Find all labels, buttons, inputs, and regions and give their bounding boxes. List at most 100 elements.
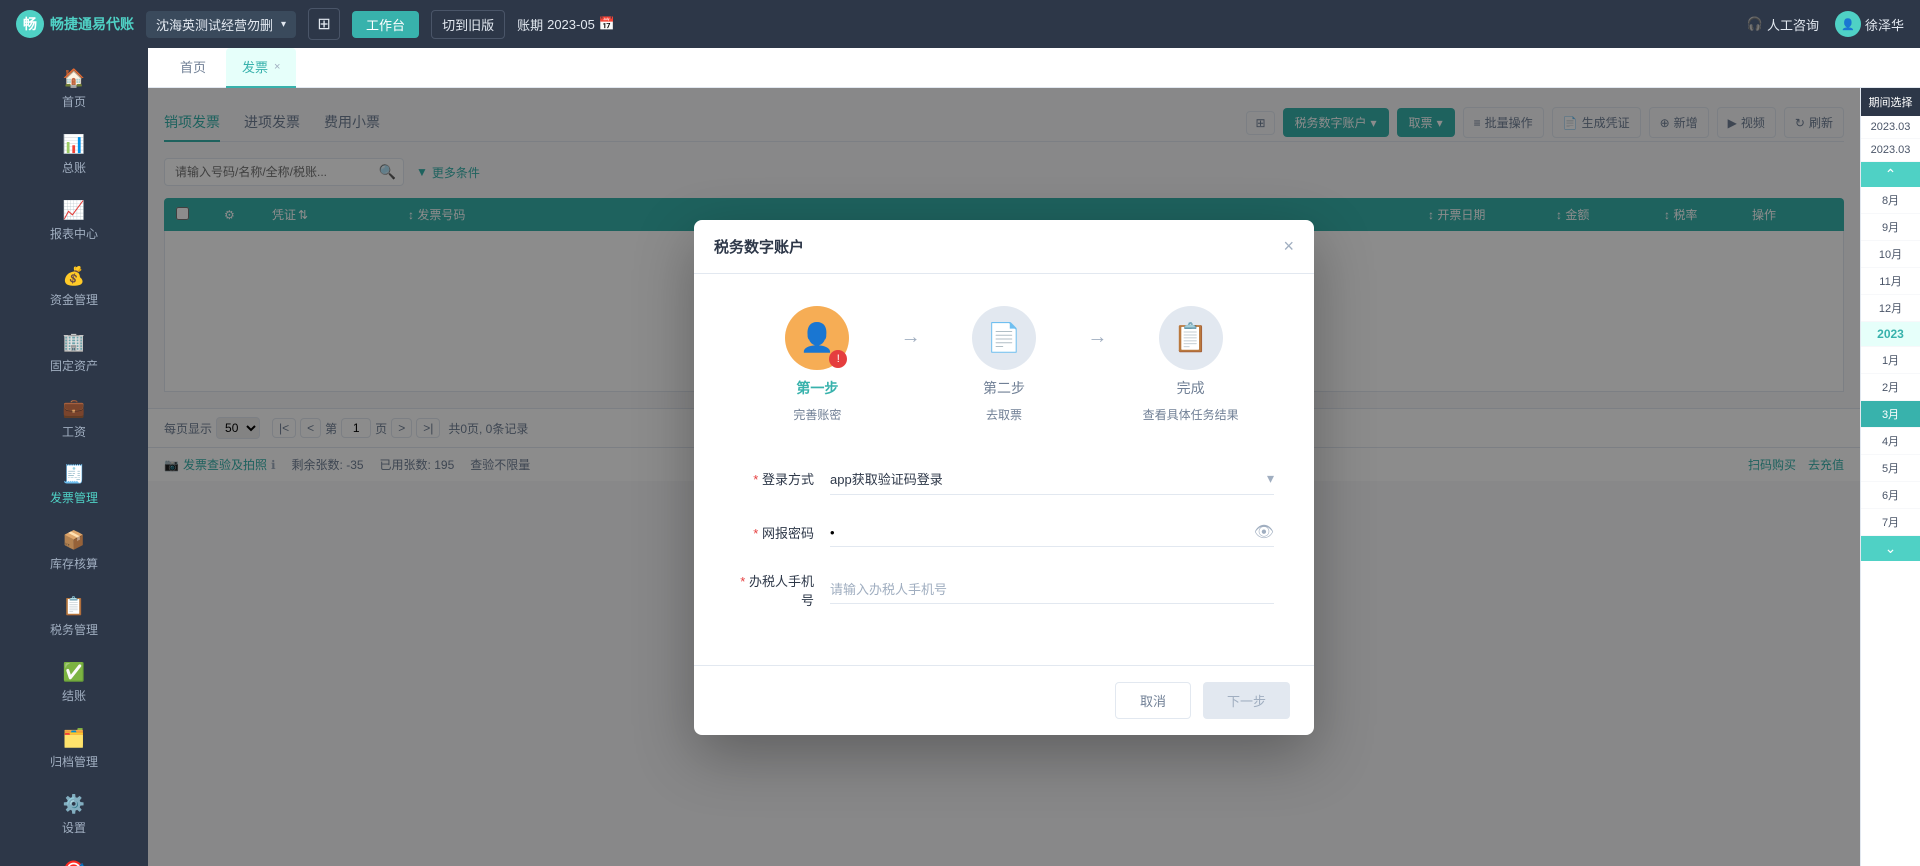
calendar-icon[interactable]: 📅 (599, 16, 615, 32)
period-8[interactable]: 8月 (1861, 187, 1920, 214)
step-1-label: 第一步 (796, 378, 838, 398)
step-2-icon: 📄 (972, 306, 1036, 370)
login-method-dropdown[interactable]: app获取验证码登录 ▾ (830, 463, 1274, 495)
period-12[interactable]: 12月 (1861, 295, 1920, 322)
period-7[interactable]: 7月 (1861, 509, 1920, 536)
phone-label: * 办税人手机号 (734, 571, 814, 609)
inventory-icon: 📦 (63, 530, 85, 551)
tab-bar: 首页 发票 × (148, 48, 1920, 88)
login-method-row: * 登录方式 app获取验证码登录 ▾ (734, 463, 1274, 495)
period-5[interactable]: 5月 (1861, 455, 1920, 482)
phone-input[interactable] (830, 576, 1274, 604)
company-selector[interactable]: 沈海英测试经营勿删 ▾ (146, 11, 296, 38)
step-3-label: 完成 (1177, 378, 1205, 398)
period-expand-down[interactable]: ⌄ (1861, 536, 1920, 561)
sidebar-label-inventory: 库存核算 (50, 555, 98, 572)
period-right-sidebar: 期间选择 2023.03 2023.03 ⌃ 8月 9月 10月 11月 12月… (1860, 88, 1920, 866)
sidebar-item-tax[interactable]: 📋 税务管理 (8, 586, 140, 648)
period-header[interactable]: 期间选择 (1861, 88, 1920, 116)
company-name: 沈海英测试经营勿删 (156, 15, 273, 34)
sidebar-item-fixed-assets[interactable]: 🏢 固定资产 (8, 322, 140, 384)
password-label: * 网报密码 (734, 523, 814, 542)
topbar: 畅 畅捷通易代账 沈海英测试经营勿删 ▾ ⊞ 工作台 切到旧版 账期 2023-… (0, 0, 1920, 48)
fixed-assets-icon: 🏢 (63, 332, 85, 353)
sidebar-item-inventory[interactable]: 📦 库存核算 (8, 520, 140, 582)
sidebar-item-ledger[interactable]: 📊 总账 (8, 124, 140, 186)
sidebar-item-payroll[interactable]: 💼 工资 (8, 388, 140, 450)
step-3-icon-char: 📋 (1173, 321, 1208, 354)
sidebar-label-ledger: 总账 (62, 159, 86, 176)
ledger-icon: 📊 (63, 134, 85, 155)
modal-header: 税务数字账户 × (694, 220, 1314, 274)
sidebar-label-payroll: 工资 (62, 423, 86, 440)
phone-row: * 办税人手机号 (734, 571, 1274, 609)
sidebar-item-funds[interactable]: 💰 资金管理 (8, 256, 140, 318)
period-4[interactable]: 4月 (1861, 428, 1920, 455)
period-1[interactable]: 1月 (1861, 347, 1920, 374)
chevron-down-icon: ▾ (281, 19, 286, 30)
required-star-2: * (753, 526, 758, 541)
topbar-right: 🎧 人工咨询 👤 徐泽华 (1747, 11, 1904, 37)
home-icon: 🏠 (63, 68, 85, 89)
username: 徐泽华 (1865, 15, 1904, 34)
required-star: * (753, 472, 758, 487)
close-books-icon: ✅ (63, 662, 85, 683)
user-menu[interactable]: 👤 徐泽华 (1835, 11, 1904, 37)
sidebar-label-close: 结账 (62, 687, 86, 704)
sidebar-label-funds: 资金管理 (50, 291, 98, 308)
app-logo: 畅 畅捷通易代账 (16, 10, 134, 38)
guide-icon: 🎯 (63, 860, 85, 866)
period-6[interactable]: 6月 (1861, 482, 1920, 509)
step-1: 👤 ! 第一步 完善账密 (734, 306, 901, 423)
period-2[interactable]: 2月 (1861, 374, 1920, 401)
sidebar-item-reports[interactable]: 📈 报表中心 (8, 190, 140, 252)
company-settings-icon[interactable]: ⊞ (308, 8, 340, 40)
sidebar-item-close[interactable]: ✅ 结账 (8, 652, 140, 714)
step-3-icon: 📋 (1159, 306, 1223, 370)
period-3[interactable]: 3月 (1861, 401, 1920, 428)
modal-close-button[interactable]: × (1283, 236, 1294, 257)
period-11[interactable]: 11月 (1861, 268, 1920, 295)
support-link[interactable]: 🎧 人工咨询 (1747, 15, 1819, 34)
sidebar-item-home[interactable]: 🏠 首页 (8, 58, 140, 120)
sidebar-item-archive[interactable]: 🗂️ 归档管理 (8, 718, 140, 780)
step-1-icon-char: 👤 (800, 321, 835, 354)
switch-version-button[interactable]: 切到旧版 (431, 10, 505, 39)
modal-title: 税务数字账户 (714, 236, 804, 257)
tab-home[interactable]: 首页 (164, 48, 222, 88)
modal-overlay: 税务数字账户 × 👤 ! (148, 88, 1860, 866)
tab-invoice[interactable]: 发票 × (226, 48, 296, 88)
sidebar: 🏠 首页 📊 总账 📈 报表中心 💰 资金管理 🏢 固定资产 💼 工资 🧾 发票… (0, 48, 148, 866)
content-wrapper: 销项发票 进项发票 费用小票 ⊞ (148, 88, 1920, 866)
tax-icon: 📋 (63, 596, 85, 617)
sidebar-item-invoice[interactable]: 🧾 发票管理 (8, 454, 140, 516)
steps-indicator: 👤 ! 第一步 完善账密 → (734, 306, 1274, 423)
period-header-label: 期间选择 (1869, 97, 1913, 109)
period-2023-03-a[interactable]: 2023.03 (1861, 116, 1920, 139)
sidebar-item-guide[interactable]: 🎯 新手引导 (8, 850, 140, 866)
invoice-content: 销项发票 进项发票 费用小票 ⊞ (148, 88, 1860, 866)
settings-icon: ⚙️ (63, 794, 85, 815)
password-input[interactable] (830, 519, 1254, 546)
login-method-arrow-icon: ▾ (1267, 470, 1274, 487)
tab-invoice-label: 发票 (242, 57, 268, 76)
period-expand-up[interactable]: ⌃ (1861, 162, 1920, 187)
logo-icon: 畅 (16, 10, 44, 38)
modal-body: 👤 ! 第一步 完善账密 → (694, 274, 1314, 665)
cancel-button[interactable]: 取消 (1115, 682, 1191, 719)
next-button[interactable]: 下一步 (1203, 682, 1290, 719)
tab-close-icon[interactable]: × (274, 61, 280, 73)
tab-home-label: 首页 (180, 57, 206, 76)
sidebar-item-settings[interactable]: ⚙️ 设置 (8, 784, 140, 846)
period-9[interactable]: 9月 (1861, 214, 1920, 241)
eye-icon[interactable]: 👁 (1254, 522, 1274, 542)
tax-digital-modal: 税务数字账户 × 👤 ! (694, 220, 1314, 735)
workspace-button[interactable]: 工作台 (352, 11, 419, 38)
payroll-icon: 💼 (63, 398, 85, 419)
period-10[interactable]: 10月 (1861, 241, 1920, 268)
period-2023-03-b[interactable]: 2023.03 (1861, 139, 1920, 162)
login-method-label: * 登录方式 (734, 469, 814, 488)
sidebar-label-archive: 归档管理 (50, 753, 98, 770)
period-label: 账期 (517, 15, 543, 34)
archive-icon: 🗂️ (63, 728, 85, 749)
